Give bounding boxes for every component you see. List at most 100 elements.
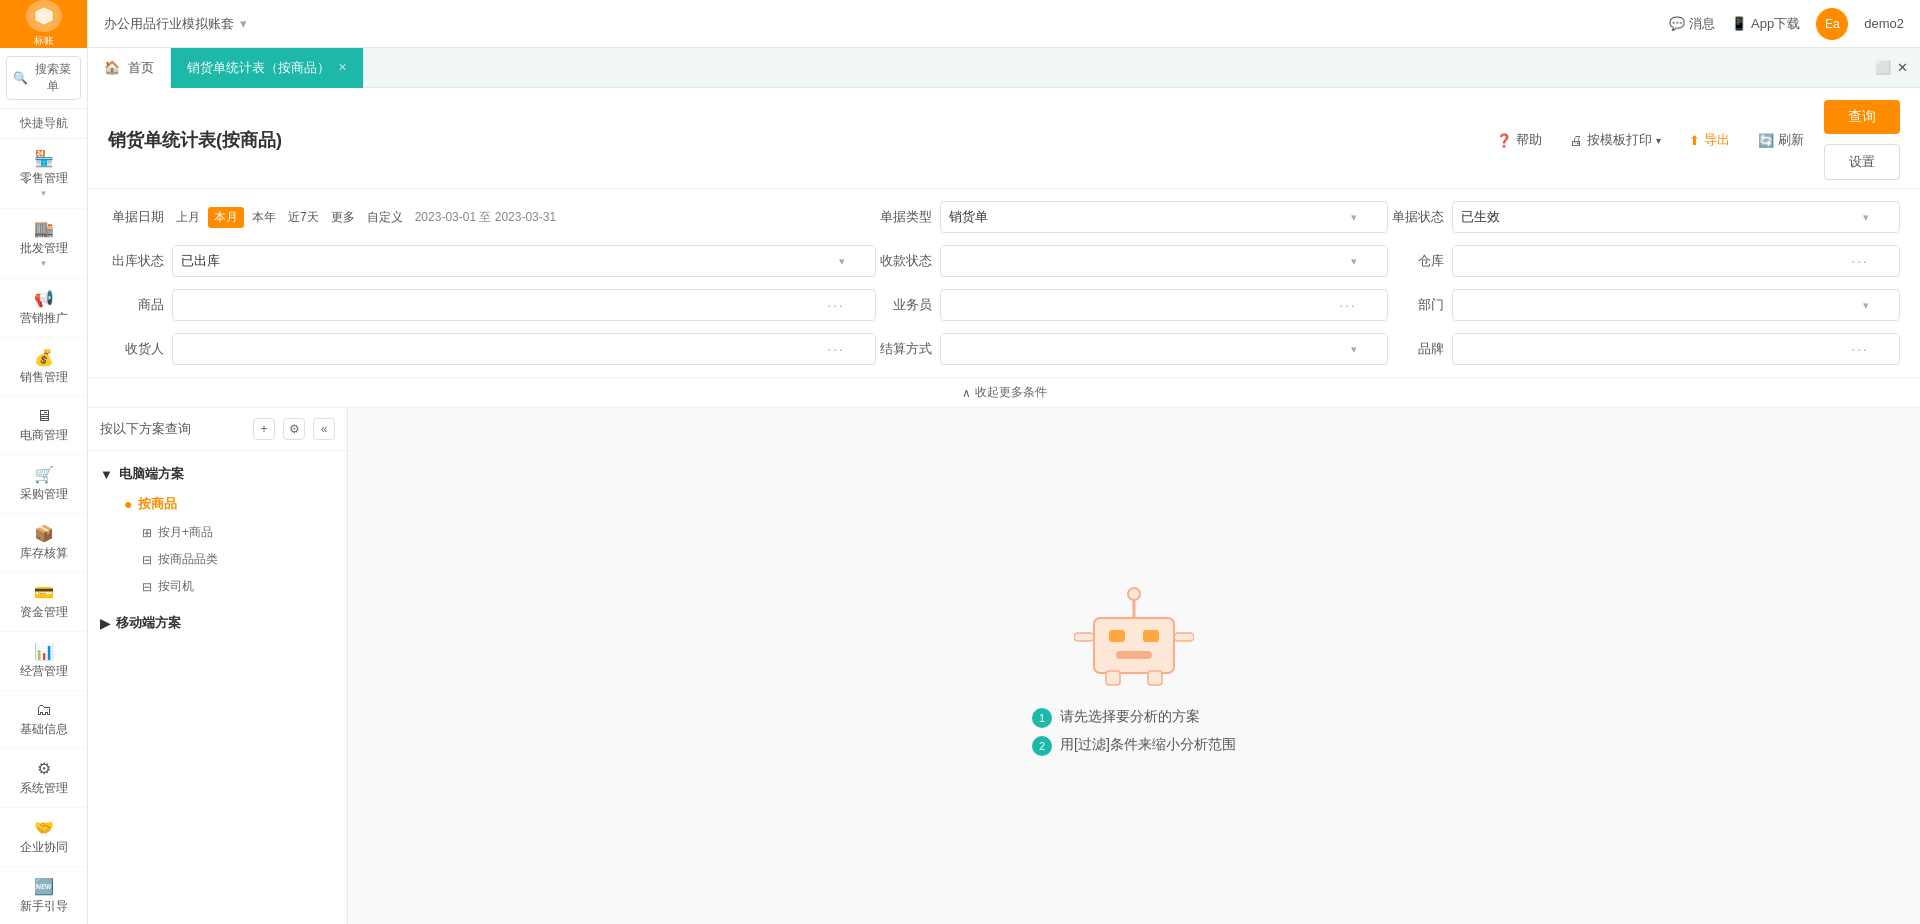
payment-status-filter-item: 收款状态 ▾ bbox=[876, 245, 1388, 277]
department-control: ▾ bbox=[1452, 289, 1900, 321]
doc-status-input[interactable]: 已生效 ▾ bbox=[1452, 201, 1900, 233]
empty-state-steps: 1 请先选择要分析的方案 2 用[过滤]条件来缩小分析范围 bbox=[1032, 708, 1236, 764]
date-tab-custom[interactable]: 自定义 bbox=[363, 207, 407, 228]
purchase-icon: 🛒 bbox=[34, 465, 54, 484]
goods-dots: ··· bbox=[827, 297, 845, 313]
left-panel-icons: + ⚙ « bbox=[253, 418, 335, 440]
tab-close-icon[interactable]: ✕ bbox=[338, 61, 347, 74]
sidebar: 标账 🔍 帮助 搜索菜单 快捷导航 🏪 零售管理 🏬 批发管理 📢 营销推广 💰… bbox=[0, 0, 88, 924]
refresh-icon: 🔄 bbox=[1758, 133, 1774, 148]
app-download-button[interactable]: 📱 App下载 bbox=[1731, 15, 1800, 33]
settlement-input[interactable]: ▾ bbox=[940, 333, 1388, 365]
message-button[interactable]: 💬 消息 bbox=[1669, 15, 1715, 33]
left-panel-add-button[interactable]: + bbox=[253, 418, 275, 440]
date-tab-lastmonth[interactable]: 上月 bbox=[172, 207, 204, 228]
doc-type-label: 单据类型 bbox=[876, 208, 940, 226]
topbar-dropdown-icon[interactable]: ▾ bbox=[240, 16, 247, 31]
filter-panel: 单据日期 上月 本月 本年 近7天 更多 自定义 2023-03-01 至 20… bbox=[88, 189, 1920, 378]
left-panel-collapse-button[interactable]: « bbox=[313, 418, 335, 440]
warehouse-input[interactable]: 已出库 ▾ bbox=[172, 245, 876, 277]
receiver-input[interactable]: ··· bbox=[172, 333, 876, 365]
doc-status-label: 单据状态 bbox=[1388, 208, 1452, 226]
sidebar-logo[interactable]: 标账 bbox=[0, 0, 87, 48]
help-button[interactable]: ❓ 帮助 bbox=[1488, 127, 1550, 153]
app-download-label: App下载 bbox=[1751, 15, 1800, 33]
sidebar-item-sales[interactable]: 💰 销售管理 bbox=[0, 338, 87, 397]
sidebar-item-newcomer-label: 新手引导 bbox=[20, 898, 68, 915]
date-tab-more[interactable]: 更多 bbox=[327, 207, 359, 228]
tree-sub-item-by-month-goods[interactable]: ⊞ 按月+商品 bbox=[100, 519, 335, 546]
sidebar-item-operations[interactable]: 📊 经营管理 bbox=[0, 632, 87, 691]
search-menu-button[interactable]: 🔍 帮助 搜索菜单 bbox=[6, 56, 81, 100]
payment-status-input[interactable]: ▾ bbox=[940, 245, 1388, 277]
operations-icon: 📊 bbox=[34, 642, 54, 661]
tree-pc-group-header[interactable]: ▼ 电脑端方案 bbox=[100, 459, 335, 489]
refresh-button[interactable]: 🔄 刷新 bbox=[1750, 127, 1812, 153]
sidebar-item-enterprise[interactable]: 🤝 企业协同 bbox=[0, 808, 87, 867]
sidebar-item-basic[interactable]: 🗂 基础信息 bbox=[0, 691, 87, 749]
tree-mobile-expand-icon: ▶ bbox=[100, 616, 110, 631]
sidebar-item-wholesale[interactable]: 🏬 批发管理 bbox=[0, 209, 87, 279]
topbar-actions: 💬 消息 📱 App下载 Ea demo2 bbox=[1669, 8, 1904, 40]
sidebar-item-marketing[interactable]: 📢 营销推广 bbox=[0, 279, 87, 338]
warehouse-label: 出库状态 bbox=[108, 252, 172, 270]
doc-type-input[interactable]: 销货单 ▾ bbox=[940, 201, 1388, 233]
payment-status-label: 收款状态 bbox=[876, 252, 940, 270]
filter-row-4: 收货人 ··· 结算方式 ▾ bbox=[108, 333, 1900, 365]
salesperson-input[interactable]: ··· bbox=[940, 289, 1388, 321]
storage-input[interactable]: ··· bbox=[1452, 245, 1900, 277]
add-icon: + bbox=[260, 422, 267, 436]
sidebar-item-newcomer[interactable]: 🆕 新手引导 bbox=[0, 867, 87, 924]
query-button[interactable]: 查询 bbox=[1824, 100, 1900, 134]
sidebar-item-retail[interactable]: 🏪 零售管理 bbox=[0, 139, 87, 209]
tab-expand-button[interactable]: ⬜ ✕ bbox=[1863, 48, 1920, 88]
warehouse-dropdown-icon: ▾ bbox=[839, 255, 845, 268]
sidebar-item-inventory[interactable]: 📦 库存核算 bbox=[0, 514, 87, 573]
date-tab-7days[interactable]: 近7天 bbox=[284, 207, 323, 228]
collapse-bar[interactable]: ∧ 收起更多条件 bbox=[88, 378, 1920, 408]
date-tab-thisyear[interactable]: 本年 bbox=[248, 207, 280, 228]
payment-status-control: ▾ bbox=[940, 245, 1388, 277]
doc-status-filter-item: 单据状态 已生效 ▾ bbox=[1388, 201, 1900, 233]
svg-rect-1 bbox=[1109, 630, 1125, 642]
body-area: 按以下方案查询 + ⚙ « bbox=[88, 408, 1920, 924]
empty-state-step-2: 2 用[过滤]条件来缩小分析范围 bbox=[1032, 736, 1236, 756]
receiver-label: 收货人 bbox=[108, 340, 172, 358]
date-filter-item: 单据日期 上月 本月 本年 近7天 更多 自定义 2023-03-01 至 20… bbox=[108, 207, 876, 228]
tab-sales-stat[interactable]: 销货单统计表（按商品） ✕ bbox=[171, 48, 364, 88]
search-label: 搜索菜单 bbox=[32, 61, 74, 95]
message-icon: 💬 bbox=[1669, 16, 1685, 31]
warehouse-control: 已出库 ▾ bbox=[172, 245, 876, 277]
sidebar-item-system[interactable]: ⚙ 系统管理 bbox=[0, 749, 87, 808]
tree-pc-group: ▼ 电脑端方案 ● 按商品 ⊞ 按月+商品 ⊟ bbox=[88, 459, 347, 600]
print-button[interactable]: 🖨 按模板打印 ▾ bbox=[1562, 127, 1669, 153]
tree-item-by-goods[interactable]: ● 按商品 bbox=[100, 489, 335, 519]
brand-label: 品牌 bbox=[1388, 340, 1452, 358]
left-panel-header: 按以下方案查询 + ⚙ « bbox=[88, 408, 347, 451]
expand-icon: ⬜ bbox=[1875, 60, 1891, 75]
date-tab-thismonth[interactable]: 本月 bbox=[208, 207, 244, 228]
search-icon: 🔍 bbox=[13, 71, 28, 85]
left-panel-settings-button[interactable]: ⚙ bbox=[283, 418, 305, 440]
sidebar-item-finance[interactable]: 💳 资金管理 bbox=[0, 573, 87, 632]
tree-pc-group-label: 电脑端方案 bbox=[119, 465, 184, 483]
sidebar-item-basic-label: 基础信息 bbox=[20, 721, 68, 738]
tree-sub-item-by-month-goods-icon: ⊞ bbox=[142, 526, 152, 540]
sidebar-item-purchase[interactable]: 🛒 采购管理 bbox=[0, 455, 87, 514]
goods-input[interactable]: ··· bbox=[172, 289, 876, 321]
brand-input[interactable]: ··· bbox=[1452, 333, 1900, 365]
tree-mobile-group-header[interactable]: ▶ 移动端方案 bbox=[100, 608, 335, 638]
tab-home[interactable]: 🏠 首页 bbox=[88, 48, 171, 88]
storage-label: 仓库 bbox=[1388, 252, 1452, 270]
settings-button[interactable]: 设置 bbox=[1824, 144, 1900, 180]
department-dropdown-icon: ▾ bbox=[1863, 299, 1869, 312]
quick-nav[interactable]: 快捷导航 bbox=[0, 109, 87, 139]
export-button[interactable]: ⬆ 导出 bbox=[1681, 127, 1738, 153]
department-input[interactable]: ▾ bbox=[1452, 289, 1900, 321]
tree-sub-item-by-goods-category[interactable]: ⊟ 按商品品类 bbox=[100, 546, 335, 573]
user-avatar[interactable]: Ea bbox=[1816, 8, 1848, 40]
tree-sub-item-by-goods-category-label: 按商品品类 bbox=[158, 551, 218, 568]
tab-home-label: 首页 bbox=[128, 59, 154, 77]
sidebar-item-ecommerce[interactable]: 🖥 电商管理 bbox=[0, 397, 87, 455]
tree-sub-item-by-cashier[interactable]: ⊟ 按司机 bbox=[100, 573, 335, 600]
